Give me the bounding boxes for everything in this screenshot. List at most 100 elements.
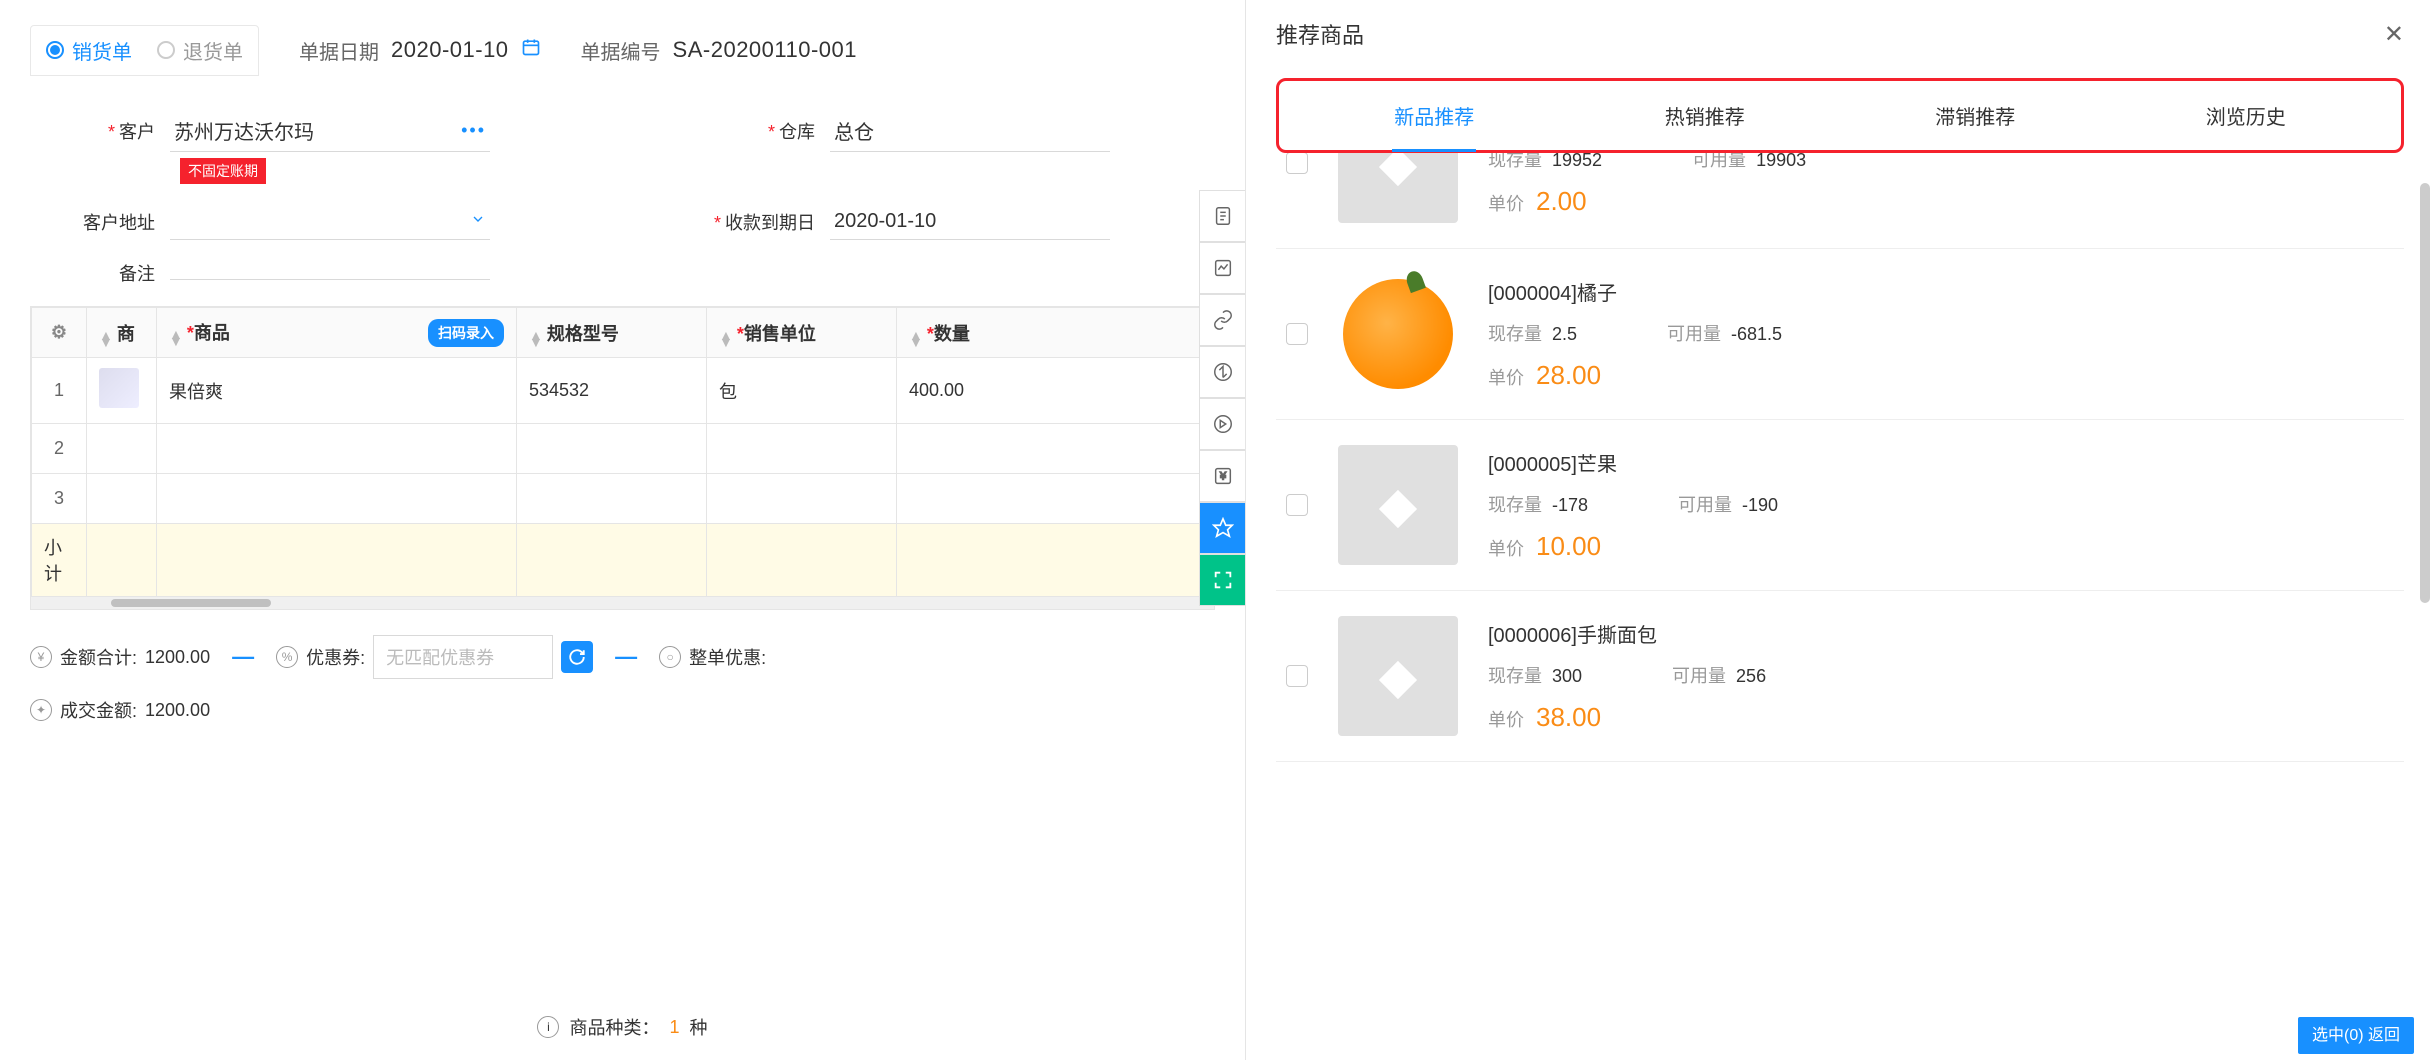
list-item[interactable]: ◆ [0000005]芒果 现存量-178 可用量-190 单价10.00 xyxy=(1276,420,2404,591)
tab-browse-history[interactable]: 浏览历史 xyxy=(2176,81,2316,150)
total-amount: ¥ 金额合计: 1200.00 xyxy=(30,644,210,670)
duedate-label: *收款到期日 xyxy=(690,209,830,235)
calendar-icon[interactable] xyxy=(521,37,541,63)
tab-return-label: 退货单 xyxy=(183,36,243,65)
recommend-list[interactable]: ◆ 250ml 现存量19952 可用量19903 单价2.00 [000000… xyxy=(1246,153,2434,1060)
col-thumb[interactable]: ▲▼商 xyxy=(87,308,157,358)
doc-date-value[interactable]: 2020-01-10 xyxy=(391,37,509,63)
horizontal-scrollbar[interactable] xyxy=(31,597,1214,609)
select-return-button[interactable]: 选中(0) 返回 xyxy=(2298,1017,2414,1054)
vertical-scrollbar[interactable] xyxy=(2420,183,2430,603)
list-item[interactable]: ◆ [0000006]手撕面包 现存量300 可用量256 单价38.00 xyxy=(1276,591,2404,762)
col-qty[interactable]: ▲▼*数量 xyxy=(897,308,1214,358)
customer-label: *客户 xyxy=(30,118,170,144)
tab-sale[interactable]: 销货单 xyxy=(46,36,132,65)
row-thumb xyxy=(87,358,157,424)
toolbar-swap-icon[interactable] xyxy=(1199,346,1245,398)
warehouse-input[interactable]: 总仓 xyxy=(830,110,1110,152)
product-image-orange xyxy=(1343,279,1453,389)
toolbar-doc-icon[interactable] xyxy=(1199,190,1245,242)
subtotal-label: 小计 xyxy=(32,524,87,597)
gear-icon: ⚙ xyxy=(51,322,67,342)
row-product[interactable]: 果倍爽 xyxy=(157,358,517,424)
tab-return[interactable]: 退货单 xyxy=(157,36,243,65)
yen-icon: ¥ xyxy=(30,646,52,668)
item-title: [0000005]芒果 xyxy=(1488,448,2394,477)
item-checkbox[interactable] xyxy=(1286,494,1308,516)
chevron-down-icon[interactable] xyxy=(470,210,486,233)
close-icon[interactable]: ✕ xyxy=(2384,20,2404,49)
list-item[interactable]: [0000004]橘子 现存量2.5 可用量-681.5 单价28.00 xyxy=(1276,249,2404,420)
customer-input[interactable]: 苏州万达沃尔玛 ••• xyxy=(170,110,490,152)
doc-date-label: 单据日期 xyxy=(299,36,379,65)
product-thumb-icon xyxy=(99,368,139,408)
item-checkbox[interactable] xyxy=(1286,153,1308,174)
product-image-placeholder: ◆ xyxy=(1338,153,1458,223)
duedate-value: 2020-01-10 xyxy=(834,210,936,233)
col-product[interactable]: ▲▼*商品扫码录入 xyxy=(157,308,517,358)
customer-value: 苏州万达沃尔玛 xyxy=(174,116,314,145)
discount-icon: ○ xyxy=(659,646,681,668)
minus-icon: — xyxy=(615,644,637,670)
toolbar-star-icon[interactable] xyxy=(1199,502,1245,554)
product-image-placeholder: ◆ xyxy=(1338,616,1458,736)
doc-type-tabs: 销货单 退货单 xyxy=(30,25,259,76)
warehouse-label: *仓库 xyxy=(690,118,830,144)
toolbar-link-icon[interactable] xyxy=(1199,294,1245,346)
right-panel-title: 推荐商品 xyxy=(1276,18,1364,50)
table-row[interactable]: 2 xyxy=(32,424,1214,474)
whole-discount: ○ 整单优惠: xyxy=(659,644,766,670)
scan-button[interactable]: 扫码录入 xyxy=(428,319,504,347)
bottom-summary: i 商品种类： 1 种 xyxy=(30,1014,1215,1040)
more-icon[interactable]: ••• xyxy=(461,120,486,141)
info-icon: i xyxy=(537,1016,559,1038)
addr-input[interactable] xyxy=(170,204,490,240)
item-title: [0000004]橘子 xyxy=(1488,277,2394,306)
radio-icon xyxy=(46,41,64,59)
period-badge: 不固定账期 xyxy=(180,158,266,184)
toolbar-bookmark-icon[interactable] xyxy=(1199,398,1245,450)
col-unit[interactable]: ▲▼*销售单位 xyxy=(707,308,897,358)
svg-text:¥: ¥ xyxy=(1218,471,1226,483)
row-qty[interactable]: 400.00 xyxy=(897,358,1214,424)
refresh-button[interactable] xyxy=(561,641,593,673)
row-index: 3 xyxy=(32,474,87,524)
minus-icon: — xyxy=(232,644,254,670)
coupon-field: % 优惠券: 无匹配优惠券 xyxy=(276,635,593,679)
row-index: 1 xyxy=(32,358,87,424)
recommend-tabs: 新品推荐 热销推荐 滞销推荐 浏览历史 xyxy=(1276,78,2404,153)
toolbar-expand-icon[interactable] xyxy=(1199,554,1245,606)
tab-hot-sales[interactable]: 热销推荐 xyxy=(1635,81,1775,150)
row-unit[interactable]: 包 xyxy=(707,358,897,424)
item-title: [0000006]手撕面包 xyxy=(1488,619,2394,648)
tab-new-products[interactable]: 新品推荐 xyxy=(1364,81,1504,150)
toolbar-currency-icon[interactable]: ¥ xyxy=(1199,450,1245,502)
radio-icon xyxy=(157,41,175,59)
col-settings[interactable]: ⚙ xyxy=(32,308,87,358)
row-index: 2 xyxy=(32,424,87,474)
remark-label: 备注 xyxy=(30,260,170,286)
product-image-placeholder: ◆ xyxy=(1338,445,1458,565)
list-item[interactable]: ◆ 250ml 现存量19952 可用量19903 单价2.00 xyxy=(1276,153,2404,249)
table-row[interactable]: 1 果倍爽 534532 包 400.00 xyxy=(32,358,1214,424)
line-items-table: ⚙ ▲▼商 ▲▼*商品扫码录入 ▲▼规格型号 ▲▼*销售单位 ▲▼*数量 1 果… xyxy=(30,306,1215,610)
subtotal-row: 小计 xyxy=(32,524,1214,597)
vertical-toolbar: ¥ xyxy=(1199,190,1245,606)
col-spec[interactable]: ▲▼规格型号 xyxy=(517,308,707,358)
tab-slow-moving[interactable]: 滞销推荐 xyxy=(1905,81,2045,150)
warehouse-value: 总仓 xyxy=(834,116,874,145)
table-row[interactable]: 3 xyxy=(32,474,1214,524)
deal-amount: ✦ 成交金额: 1200.00 xyxy=(30,697,210,723)
remark-input[interactable] xyxy=(170,267,490,280)
doc-no-label: 单据编号 xyxy=(581,36,661,65)
addr-label: 客户地址 xyxy=(30,209,170,235)
toolbar-chart-icon[interactable] xyxy=(1199,242,1245,294)
duedate-input[interactable]: 2020-01-10 xyxy=(830,204,1110,240)
item-checkbox[interactable] xyxy=(1286,665,1308,687)
doc-no-value: SA-20200110-001 xyxy=(673,37,857,63)
tab-sale-label: 销货单 xyxy=(72,36,132,65)
row-spec[interactable]: 534532 xyxy=(517,358,707,424)
coupon-input[interactable]: 无匹配优惠券 xyxy=(373,635,553,679)
deal-icon: ✦ xyxy=(30,699,52,721)
item-checkbox[interactable] xyxy=(1286,323,1308,345)
